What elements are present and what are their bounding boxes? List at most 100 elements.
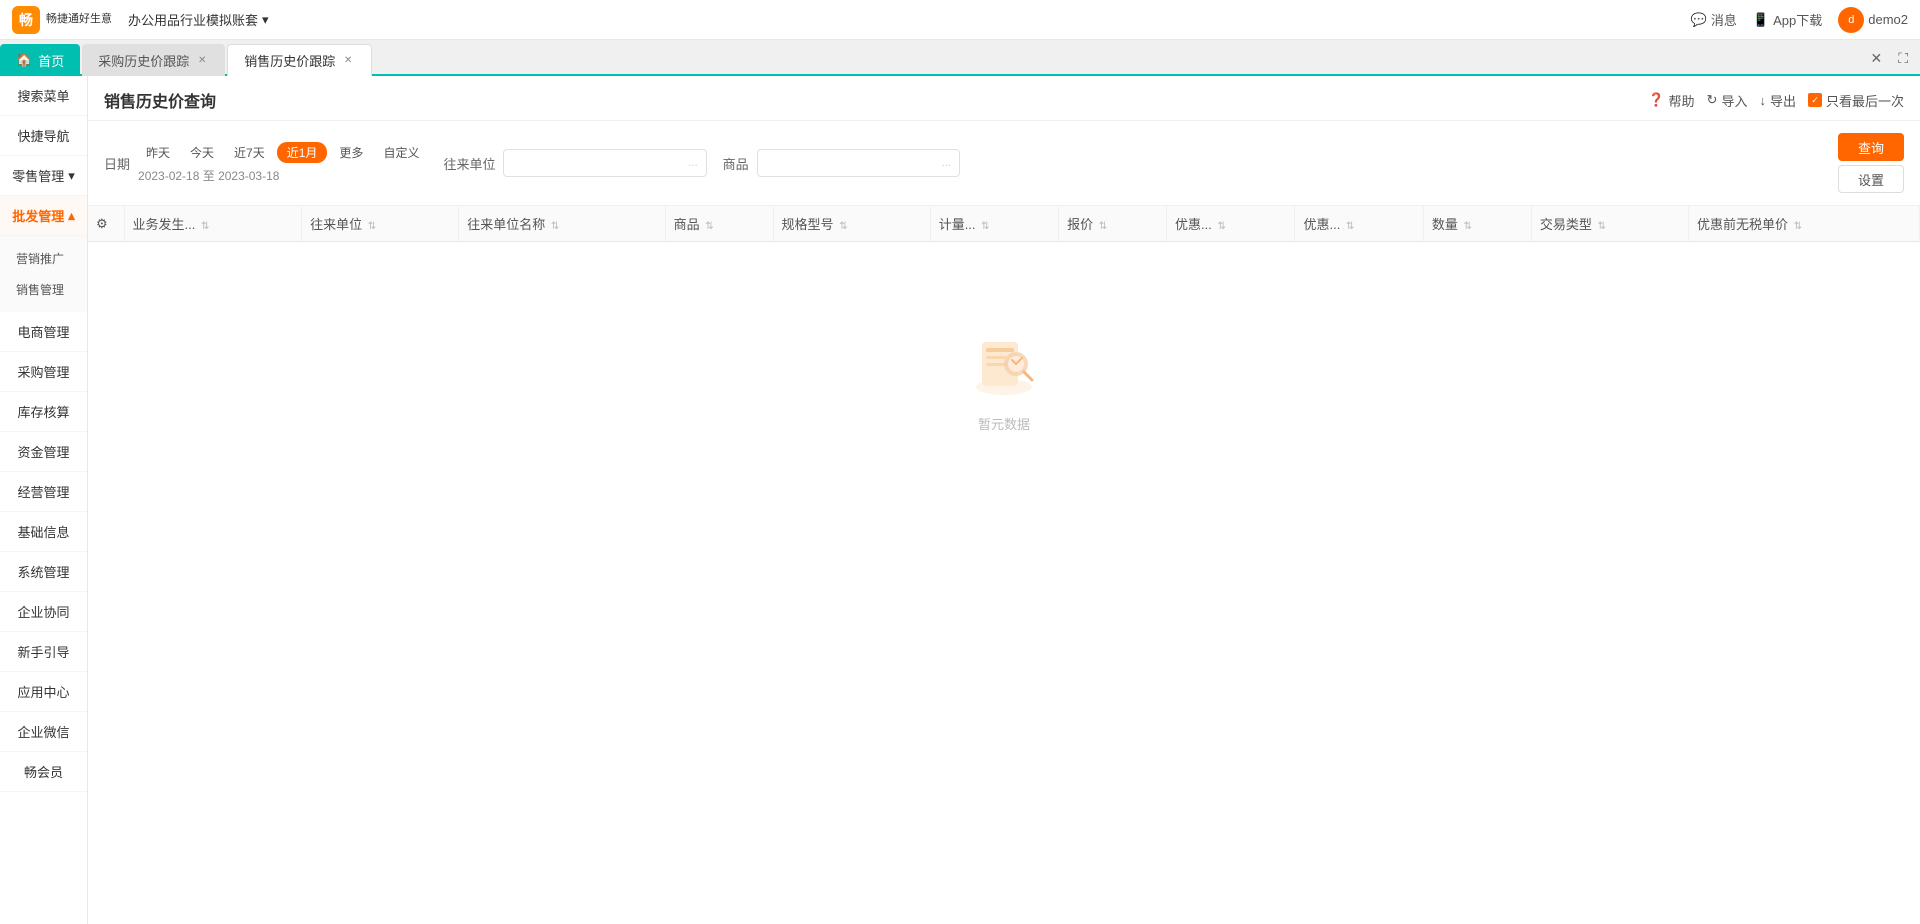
col-partner-code-label: 往来单位 xyxy=(310,217,362,232)
col-trade-type-label: 交易类型 xyxy=(1540,217,1592,232)
tab-purchase-history[interactable]: 采购历史价跟踪 ✕ xyxy=(82,44,225,76)
sort-icon: ⇅ xyxy=(368,221,376,232)
sidebar-item-inventory[interactable]: 库存核算 xyxy=(0,392,87,432)
product-input[interactable] xyxy=(766,156,942,171)
col-settings: ⚙ xyxy=(88,206,124,242)
product-filter-label: 商品 xyxy=(723,154,749,173)
table-header-row: ⚙ 业务发生... ⇅ 往来单位 ⇅ 往来单位名称 xyxy=(88,206,1920,242)
col-discount1[interactable]: 优惠... ⇅ xyxy=(1167,206,1295,242)
date-option-custom[interactable]: 自定义 xyxy=(375,142,427,163)
avatar-initial: d xyxy=(1848,14,1854,26)
col-biz-date[interactable]: 业务发生... ⇅ xyxy=(124,206,302,242)
message-action[interactable]: 💬 消息 xyxy=(1691,10,1737,29)
tab-sales-history[interactable]: 销售历史价跟踪 ✕ xyxy=(227,44,372,76)
col-discount1-label: 优惠... xyxy=(1175,217,1212,232)
partner-filter-label: 往来单位 xyxy=(443,154,495,173)
settings-icon[interactable]: ⚙ xyxy=(96,216,108,231)
export-label: 导出 xyxy=(1770,91,1796,110)
date-option-7days[interactable]: 近7天 xyxy=(226,142,273,163)
sidebar-inventory-label: 库存核算 xyxy=(17,402,69,421)
col-discount2[interactable]: 优惠... ⇅ xyxy=(1295,206,1423,242)
sidebar-app-center-label: 应用中心 xyxy=(17,682,69,701)
import-label: 导入 xyxy=(1721,91,1747,110)
partner-dots-icon[interactable]: ... xyxy=(688,157,697,169)
date-option-today[interactable]: 今天 xyxy=(182,142,222,163)
sidebar-item-finance[interactable]: 资金管理 xyxy=(0,432,87,472)
partner-filter-group: 往来单位 ... xyxy=(443,149,706,177)
col-partner-name[interactable]: 往来单位名称 ⇅ xyxy=(459,206,665,242)
page-title: 销售历史价查询 xyxy=(104,88,216,112)
sort-icon: ⇅ xyxy=(201,221,209,232)
partner-input[interactable] xyxy=(512,156,688,171)
sidebar-item-system[interactable]: 系统管理 xyxy=(0,552,87,592)
sidebar-item-search-menu[interactable]: 搜索菜单 xyxy=(0,76,87,116)
page-header-actions: ❓ 帮助 ↻ 导入 ↓ 导出 ✓ 只看最后一次 xyxy=(1648,91,1904,110)
col-quantity[interactable]: 数量 ⇅ xyxy=(1423,206,1531,242)
sidebar-item-corp-wechat[interactable]: 企业微信 xyxy=(0,712,87,752)
partner-input-wrapper[interactable]: ... xyxy=(503,149,706,177)
message-label: 消息 xyxy=(1711,10,1737,29)
date-option-yesterday[interactable]: 昨天 xyxy=(138,142,178,163)
sort-icon: ⇅ xyxy=(1346,221,1354,232)
sidebar-item-marketing[interactable]: 营销推广 xyxy=(8,244,83,273)
empty-illustration xyxy=(964,322,1044,402)
export-button[interactable]: ↓ 导出 xyxy=(1759,91,1796,110)
chevron-down-icon: ▾ xyxy=(262,12,269,28)
tab-purchase-history-close[interactable]: ✕ xyxy=(195,53,209,67)
col-trade-type[interactable]: 交易类型 ⇅ xyxy=(1531,206,1688,242)
help-button[interactable]: ❓ 帮助 xyxy=(1648,91,1694,110)
col-unit[interactable]: 计量... ⇅ xyxy=(930,206,1058,242)
app-download-label: App下载 xyxy=(1773,10,1822,29)
sidebar-corp-wechat-label: 企业微信 xyxy=(17,722,69,741)
sort-icon: ⇅ xyxy=(1218,221,1226,232)
setting-button[interactable]: 设置 xyxy=(1838,165,1904,193)
sort-icon: ⇅ xyxy=(1794,221,1802,232)
search-button[interactable]: 查询 xyxy=(1838,133,1904,161)
app-download-action[interactable]: 📱 App下载 xyxy=(1753,10,1822,29)
sidebar-item-member[interactable]: 畅会员 xyxy=(0,752,87,792)
filter-area: 日期 昨天 今天 近7天 近1月 更多 自定义 2023-02-18 至 202… xyxy=(88,121,1920,206)
sidebar-item-app-center[interactable]: 应用中心 xyxy=(0,672,87,712)
col-quantity-label: 数量 xyxy=(1432,217,1458,232)
user-profile[interactable]: d demo2 xyxy=(1838,7,1908,33)
import-button[interactable]: ↻ 导入 xyxy=(1707,91,1748,110)
sidebar-item-sales-mgmt[interactable]: 销售管理 xyxy=(8,275,83,304)
import-icon: ↻ xyxy=(1707,92,1718,108)
sidebar-enterprise-label: 企业协同 xyxy=(17,602,69,621)
sidebar-item-enterprise[interactable]: 企业协同 xyxy=(0,592,87,632)
action-buttons: 查询 设置 xyxy=(1838,133,1904,193)
sort-icon: ⇅ xyxy=(839,221,847,232)
message-icon: 💬 xyxy=(1691,12,1707,28)
sidebar-item-quick-nav[interactable]: 快捷导航 xyxy=(0,116,87,156)
product-dots-icon[interactable]: ... xyxy=(942,157,951,169)
sidebar-item-new-guide[interactable]: 新手引导 xyxy=(0,632,87,672)
sidebar: 搜索菜单 快捷导航 零售管理 ▾ 批发管理 ▴ 营销推广 销售管理 电商管理 采… xyxy=(0,76,88,924)
col-spec[interactable]: 规格型号 ⇅ xyxy=(773,206,930,242)
sidebar-item-wholesale-mgmt[interactable]: 批发管理 ▴ xyxy=(0,196,87,236)
date-filter-group: 日期 昨天 今天 近7天 近1月 更多 自定义 2023-02-18 至 202… xyxy=(104,142,427,184)
download-icon: 📱 xyxy=(1753,12,1769,28)
page-header: 销售历史价查询 ❓ 帮助 ↻ 导入 ↓ 导出 ✓ xyxy=(88,76,1920,121)
tab-close-all-button[interactable]: ✕ xyxy=(1866,48,1886,69)
tab-sales-history-close[interactable]: ✕ xyxy=(341,54,355,68)
sidebar-quick-nav-label: 快捷导航 xyxy=(17,126,69,145)
col-quote[interactable]: 报价 ⇅ xyxy=(1059,206,1167,242)
sidebar-item-retail-mgmt[interactable]: 零售管理 ▾ xyxy=(0,156,87,196)
product-input-wrapper[interactable]: ... xyxy=(757,149,960,177)
col-tax-price[interactable]: 优惠前无税单价 ⇅ xyxy=(1688,206,1919,242)
sidebar-basic-info-label: 基础信息 xyxy=(17,522,69,541)
col-product[interactable]: 商品 ⇅ xyxy=(665,206,773,242)
sidebar-item-ecommerce[interactable]: 电商管理 xyxy=(0,312,87,352)
tab-maximize-button[interactable]: ⛶ xyxy=(1894,48,1912,69)
only-last-checkbox[interactable]: ✓ 只看最后一次 xyxy=(1808,91,1904,110)
sidebar-item-operations[interactable]: 经营管理 xyxy=(0,472,87,512)
only-last-label: 只看最后一次 xyxy=(1826,91,1904,110)
sidebar-item-basic-info[interactable]: 基础信息 xyxy=(0,512,87,552)
date-option-more[interactable]: 更多 xyxy=(331,142,371,163)
date-option-1month[interactable]: 近1月 xyxy=(277,142,328,163)
app-selector[interactable]: 办公用品行业模拟账套 ▾ xyxy=(120,6,277,33)
sidebar-finance-label: 资金管理 xyxy=(17,442,69,461)
sidebar-item-purchase-mgmt[interactable]: 采购管理 xyxy=(0,352,87,392)
col-partner-code[interactable]: 往来单位 ⇅ xyxy=(302,206,459,242)
tab-home[interactable]: 🏠 首页 xyxy=(0,44,80,76)
